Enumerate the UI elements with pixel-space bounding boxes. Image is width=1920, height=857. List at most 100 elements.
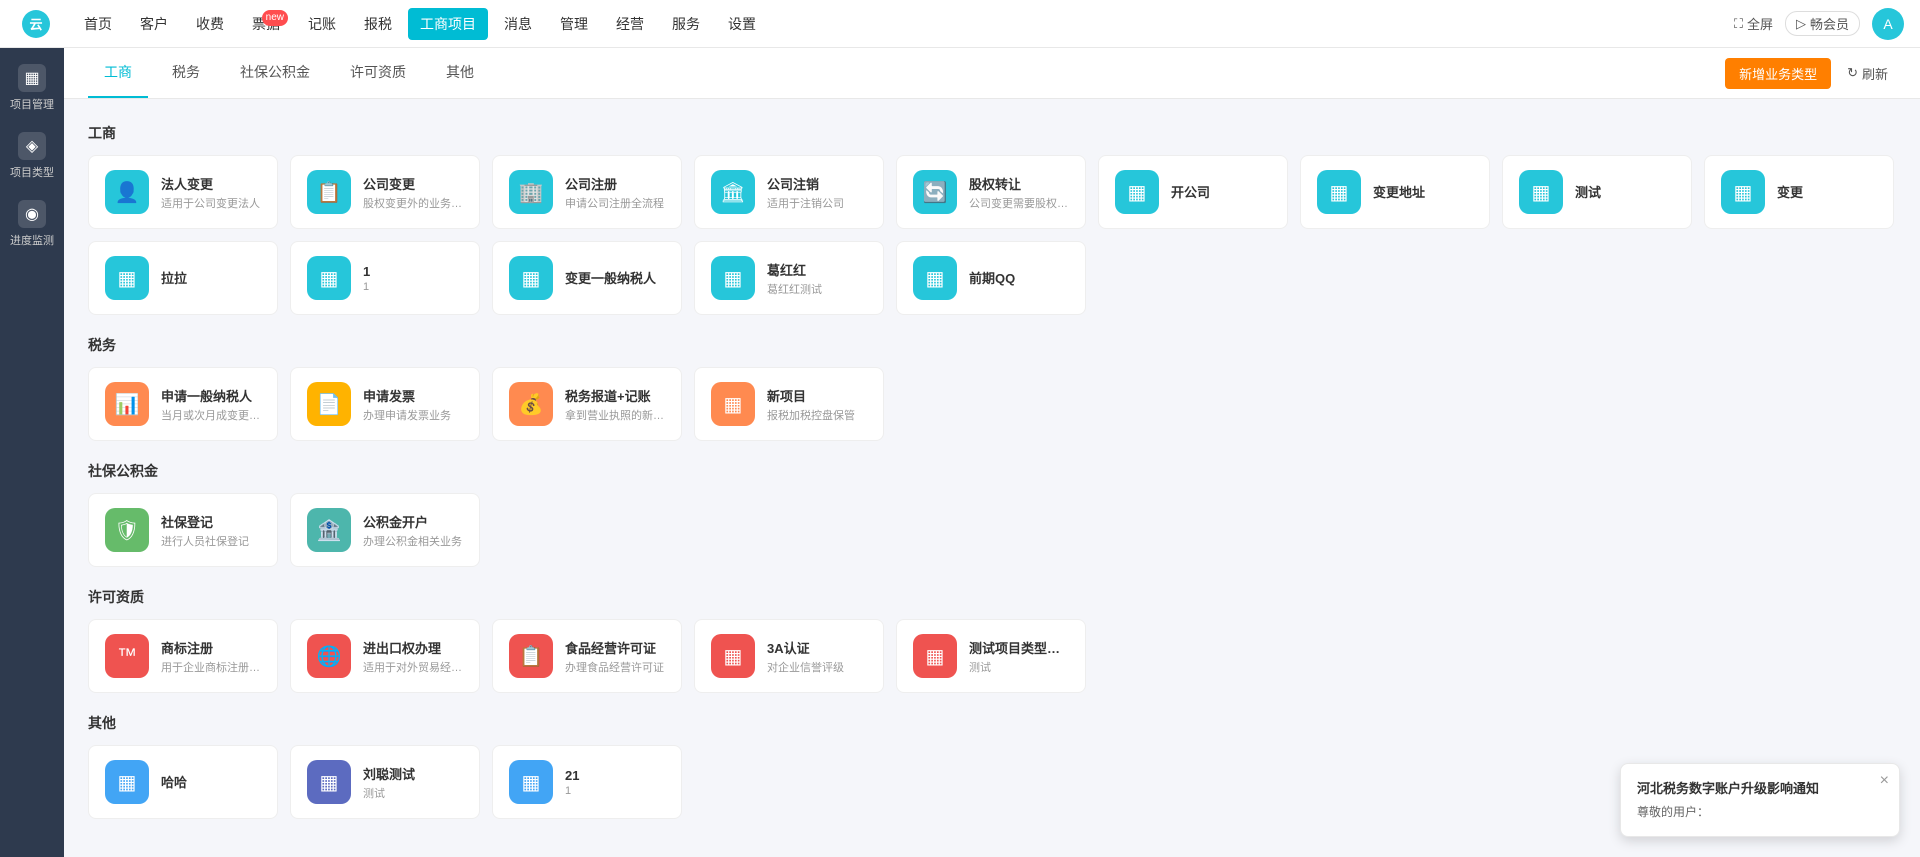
card-进出口权办理[interactable]: 🌐 进出口权办理 适用于对外贸易经营者 <box>290 619 480 693</box>
nav-item-消息[interactable]: 消息 <box>492 8 544 40</box>
card-name: 商标注册 <box>161 638 261 657</box>
card-食品经营许可证[interactable]: 📋 食品经营许可证 办理食品经营许可证 <box>492 619 682 693</box>
nav-item-badge: new <box>262 10 288 26</box>
card-前期QQ[interactable]: ▦ 前期QQ <box>896 241 1086 315</box>
new-type-button[interactable]: 新增业务类型 <box>1725 58 1831 89</box>
cards-grid-许可资质: ™ 商标注册 用于企业商标注册服务 🌐 进出口权办理 适用于对外贸易经营者 📋 … <box>88 619 1896 693</box>
nav-item-管理[interactable]: 管理 <box>548 8 600 40</box>
nav-item-服务[interactable]: 服务 <box>660 8 712 40</box>
nav-item-工商项目[interactable]: 工商项目 <box>408 8 488 40</box>
card-商标注册[interactable]: ™ 商标注册 用于企业商标注册服务 <box>88 619 278 693</box>
card-desc: 1 <box>363 281 463 293</box>
card-法人变更[interactable]: 👤 法人变更 适用于公司变更法人 <box>88 155 278 229</box>
sub-tab-list: 工商税务社保公积金许可资质其他 <box>88 48 498 98</box>
vip-button[interactable]: ▷ 畅会员 <box>1785 11 1860 36</box>
card-icon: ▦ <box>509 760 553 804</box>
sub-tabs-right: 新增业务类型 ↻ 刷新 <box>1725 58 1896 89</box>
nav-item-首页[interactable]: 首页 <box>72 8 124 40</box>
sub-tab-工商[interactable]: 工商 <box>88 48 148 98</box>
card-公司注册[interactable]: 🏢 公司注册 申请公司注册全流程 <box>492 155 682 229</box>
nav-item-设置[interactable]: 设置 <box>716 8 768 40</box>
card-刘聪测试[interactable]: ▦ 刘聪测试 测试 <box>290 745 480 819</box>
card-变更[interactable]: ▦ 变更 <box>1704 155 1894 229</box>
card-info: 测试项目类型目定义 测试 <box>969 638 1069 675</box>
card-name: 拉拉 <box>161 268 261 287</box>
nav-item-报税[interactable]: 报税 <box>352 8 404 40</box>
card-name: 哈哈 <box>161 772 261 791</box>
sub-tab-社保公积金[interactable]: 社保公积金 <box>224 48 326 98</box>
card-3A认证[interactable]: ▦ 3A认证 对企业信誉评级 <box>694 619 884 693</box>
card-name: 测试 <box>1575 182 1675 201</box>
card-icon: ▦ <box>105 256 149 300</box>
card-icon: ▦ <box>307 760 351 804</box>
card-info: 进出口权办理 适用于对外贸易经营者 <box>363 638 463 675</box>
sub-tab-其他[interactable]: 其他 <box>430 48 490 98</box>
nav-item-收费[interactable]: 收费 <box>184 8 236 40</box>
sub-tab-许可资质[interactable]: 许可资质 <box>334 48 422 98</box>
card-name: 变更一般纳税人 <box>565 268 665 287</box>
avatar[interactable]: A <box>1872 8 1904 40</box>
sidebar-item-项目管理[interactable]: ▦项目管理 <box>4 56 60 120</box>
sidebar-icon: ◈ <box>18 132 46 160</box>
top-nav: 云 首页客户收费票据new记账报税工商项目消息管理经营服务设置 ⛶ 全屏 ▷ 畅… <box>0 0 1920 48</box>
sidebar-icon: ▦ <box>18 64 46 92</box>
card-info: 拉拉 <box>161 268 261 289</box>
card-icon: ▦ <box>711 382 755 426</box>
card-icon: ▦ <box>1317 170 1361 214</box>
card-desc: 拿到营业执照的新公司 <box>565 407 665 423</box>
card-desc: 报税加税控盘保管 <box>767 407 867 423</box>
card-拉拉[interactable]: ▦ 拉拉 <box>88 241 278 315</box>
card-name: 进出口权办理 <box>363 638 463 657</box>
card-开公司[interactable]: ▦ 开公司 <box>1098 155 1288 229</box>
card-icon: 📄 <box>307 382 351 426</box>
card-info: 法人变更 适用于公司变更法人 <box>161 174 261 211</box>
nav-item-客户[interactable]: 客户 <box>128 8 180 40</box>
card-icon: ▦ <box>307 256 351 300</box>
card-name: 食品经营许可证 <box>565 638 665 657</box>
card-社保登记[interactable]: 🛡 社保登记 进行人员社保登记 <box>88 493 278 567</box>
section-title-工商: 工商 <box>88 123 1896 143</box>
card-desc: 适用于对外贸易经营者 <box>363 659 463 675</box>
card-name: 法人变更 <box>161 174 261 193</box>
sub-tabs: 工商税务社保公积金许可资质其他 新增业务类型 ↻ 刷新 <box>64 48 1920 99</box>
refresh-button[interactable]: ↻ 刷新 <box>1839 60 1896 87</box>
card-info: 申请发票 办理申请发票业务 <box>363 386 463 423</box>
card-公积金开户[interactable]: 🏦 公积金开户 办理公积金相关业务 <box>290 493 480 567</box>
card-info: 商标注册 用于企业商标注册服务 <box>161 638 261 675</box>
card-info: 哈哈 <box>161 772 261 793</box>
card-info: 公司变更 股权变更外的业务变更 <box>363 174 463 211</box>
nav-item-记账[interactable]: 记账 <box>296 8 348 40</box>
card-申请发票[interactable]: 📄 申请发票 办理申请发票业务 <box>290 367 480 441</box>
fullscreen-label: 全屏 <box>1747 14 1773 33</box>
card-公司注销[interactable]: 🏛 公司注销 适用于注销公司 <box>694 155 884 229</box>
card-1[interactable]: ▦ 1 1 <box>290 241 480 315</box>
card-公司变更[interactable]: 📋 公司变更 股权变更外的业务变更 <box>290 155 480 229</box>
sidebar-item-进度监测[interactable]: ◉进度监测 <box>4 192 60 256</box>
card-21[interactable]: ▦ 21 1 <box>492 745 682 819</box>
card-申请一般纳税人[interactable]: 📊 申请一般纳税人 当月或次月成变更完成 <box>88 367 278 441</box>
card-name: 申请发票 <box>363 386 463 405</box>
card-葛红红[interactable]: ▦ 葛红红 葛红红测试 <box>694 241 884 315</box>
fullscreen-button[interactable]: ⛶ 全屏 <box>1734 14 1773 33</box>
card-icon: ▦ <box>711 256 755 300</box>
card-新项目[interactable]: ▦ 新项目 报税加税控盘保管 <box>694 367 884 441</box>
card-info: 税务报道+记账 拿到营业执照的新公司 <box>565 386 665 423</box>
sub-tab-税务[interactable]: 税务 <box>156 48 216 98</box>
nav-item-经营[interactable]: 经营 <box>604 8 656 40</box>
notification-title: 河北税务数字账户升级影响通知 <box>1637 778 1883 797</box>
card-哈哈[interactable]: ▦ 哈哈 <box>88 745 278 819</box>
card-测试[interactable]: ▦ 测试 <box>1502 155 1692 229</box>
logo[interactable]: 云 <box>16 4 56 44</box>
card-税务报道+记账[interactable]: 💰 税务报道+记账 拿到营业执照的新公司 <box>492 367 682 441</box>
card-测试项目类型目定义[interactable]: ▦ 测试项目类型目定义 测试 <box>896 619 1086 693</box>
card-股权转让[interactable]: 🔄 股权转让 公司变更需要股权转让 <box>896 155 1086 229</box>
sidebar-item-项目类型[interactable]: ◈项目类型 <box>4 124 60 188</box>
card-name: 社保登记 <box>161 512 261 531</box>
card-变更一般纳税人[interactable]: ▦ 变更一般纳税人 <box>492 241 682 315</box>
card-变更地址[interactable]: ▦ 变更地址 <box>1300 155 1490 229</box>
main-layout: ▦项目管理◈项目类型◉进度监测 工商税务社保公积金许可资质其他 新增业务类型 ↻… <box>0 48 1920 857</box>
card-info: 股权转让 公司变更需要股权转让 <box>969 174 1069 211</box>
nav-item-票据[interactable]: 票据new <box>240 8 292 40</box>
notification-close-button[interactable]: × <box>1880 772 1889 790</box>
card-icon: ▦ <box>1115 170 1159 214</box>
